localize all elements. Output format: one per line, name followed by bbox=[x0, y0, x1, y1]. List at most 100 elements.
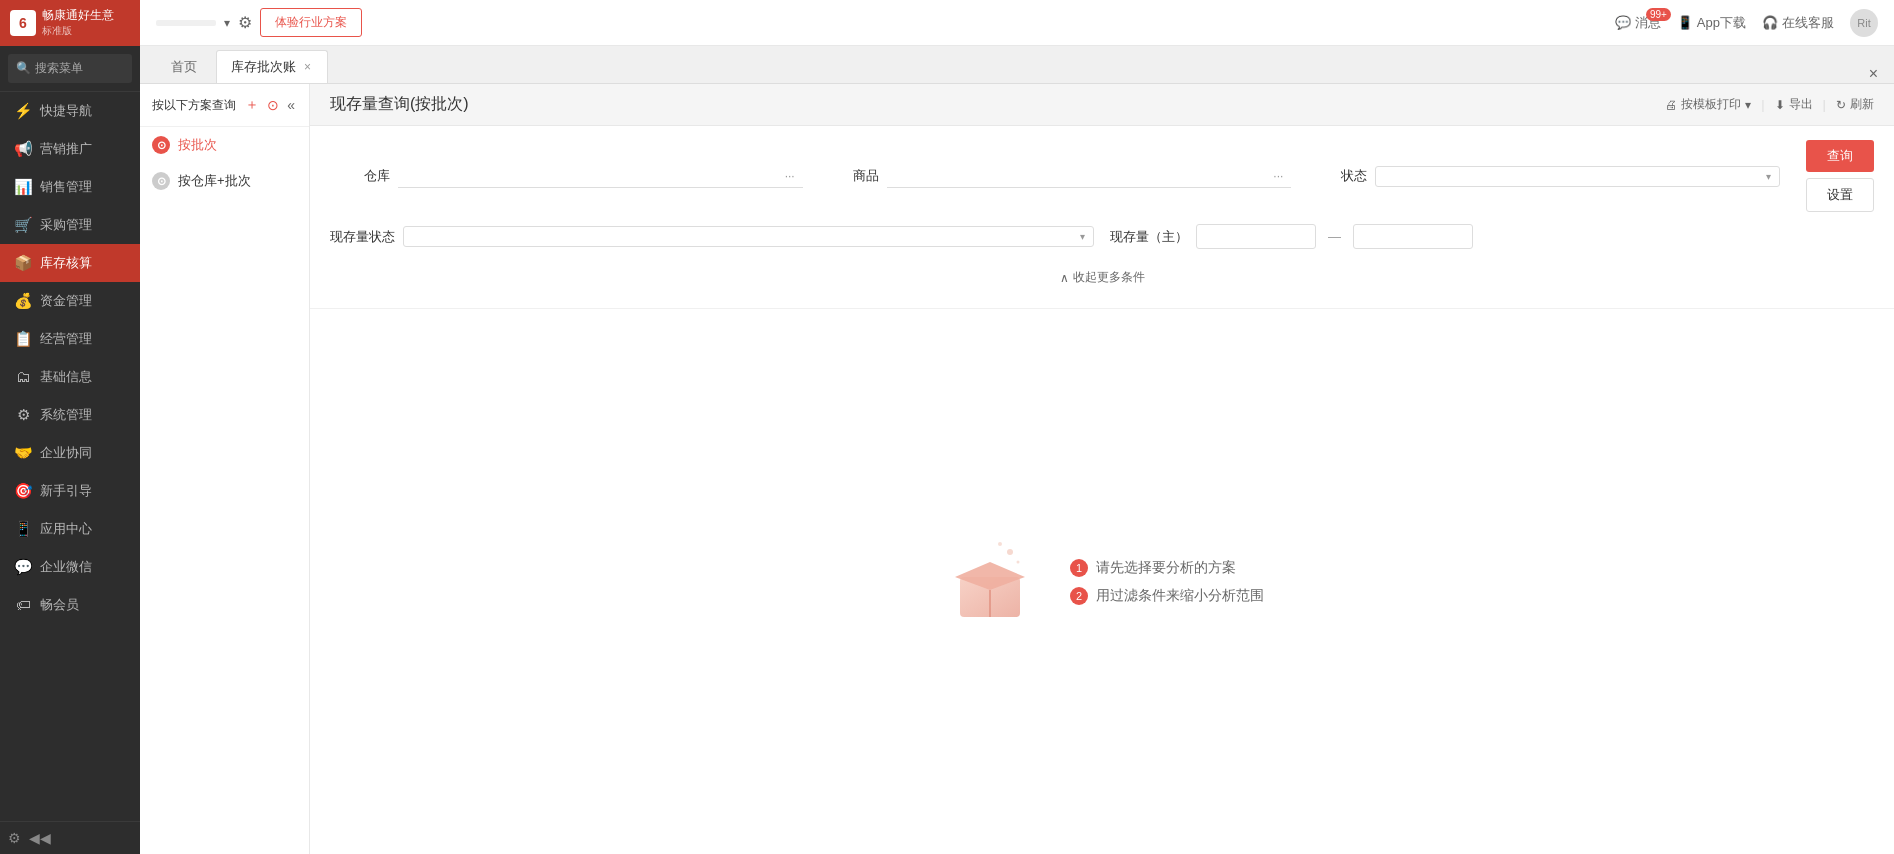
sidebar-item-member[interactable]: 🏷 畅会员 bbox=[0, 586, 140, 624]
filter-item-by-batch[interactable]: ⊙ 按批次 bbox=[140, 127, 309, 163]
batch-scheme-icon: ⊙ bbox=[152, 136, 170, 154]
sidebar-item-newbie[interactable]: 🎯 新手引导 bbox=[0, 472, 140, 510]
close-panel-button[interactable]: × bbox=[1869, 65, 1878, 83]
empty-number-1: 1 bbox=[1070, 559, 1088, 577]
tabs-bar: 首页 库存批次账 × × bbox=[140, 46, 1894, 84]
tab-close-button[interactable]: × bbox=[302, 60, 313, 74]
app-download-button[interactable]: 📱 App下载 bbox=[1677, 14, 1746, 32]
sidebar-item-quick-nav[interactable]: ⚡ 快捷导航 bbox=[0, 92, 140, 130]
search-menu-button[interactable]: 🔍 搜索菜单 bbox=[8, 54, 132, 83]
warehouse-dots-button[interactable]: ··· bbox=[785, 169, 795, 183]
collapse-sidebar-button[interactable]: ◀◀ bbox=[29, 830, 51, 846]
content-area: 按以下方案查询 ＋ ⊙ « ⊙ 按批次 ⊙ bbox=[140, 84, 1894, 854]
user-avatar[interactable]: Rit bbox=[1850, 9, 1878, 37]
scheme-settings-button[interactable]: ⊙ bbox=[265, 94, 281, 116]
sidebar-item-label: 快捷导航 bbox=[40, 102, 92, 120]
finance-icon: 💰 bbox=[14, 292, 32, 310]
product-label: 商品 bbox=[819, 167, 879, 185]
print-template-button[interactable]: 🖨 按模板打印 ▾ bbox=[1665, 96, 1751, 113]
stock-amount-from-input[interactable] bbox=[1196, 224, 1316, 249]
sales-icon: 📊 bbox=[14, 178, 32, 196]
company-name: 畅康通好生意 bbox=[42, 8, 114, 24]
sidebar-title-area: 畅康通好生意 标准版 bbox=[42, 8, 114, 38]
messages-button[interactable]: 💬 消息 99+ bbox=[1615, 14, 1661, 32]
collapse-filter-button[interactable]: « bbox=[285, 94, 297, 116]
tab-home[interactable]: 首页 bbox=[156, 50, 212, 83]
sidebar-search-area: 🔍 搜索菜单 bbox=[0, 46, 140, 92]
filter-panel: 按以下方案查询 ＋ ⊙ « ⊙ 按批次 ⊙ bbox=[140, 84, 310, 854]
status-dropdown-arrow: ▾ bbox=[1766, 171, 1771, 182]
query-button[interactable]: 查询 bbox=[1806, 140, 1874, 172]
sidebar-item-enterprise[interactable]: 🤝 企业协同 bbox=[0, 434, 140, 472]
stock-status-select[interactable]: ▾ bbox=[403, 226, 1094, 247]
empty-message-2: 2 用过滤条件来缩小分析范围 bbox=[1070, 587, 1264, 605]
breadcrumb-dropdown-button[interactable]: ▾ bbox=[224, 16, 230, 30]
sidebar-item-label: 经营管理 bbox=[40, 330, 92, 348]
filter-conditions-wrapper: 仓库 ··· 商品 ··· bbox=[310, 126, 1894, 309]
topbar-right: 💬 消息 99+ 📱 App下载 🎧 在线客服 Rit bbox=[1615, 9, 1878, 37]
warehouse-input-area[interactable]: ··· bbox=[398, 165, 803, 188]
sidebar-item-inventory[interactable]: 📦 库存核算 bbox=[0, 244, 140, 282]
sidebar-item-basic[interactable]: 🗂 基础信息 bbox=[0, 358, 140, 396]
svg-point-2 bbox=[998, 542, 1002, 546]
product-dots-button[interactable]: ··· bbox=[1273, 169, 1283, 183]
sidebar-item-apps[interactable]: 📱 应用中心 bbox=[0, 510, 140, 548]
sidebar-item-label: 库存核算 bbox=[40, 254, 92, 272]
sidebar-item-system[interactable]: ⚙ 系统管理 bbox=[0, 396, 140, 434]
sidebar-item-finance[interactable]: 💰 资金管理 bbox=[0, 282, 140, 320]
stock-amount-dash: — bbox=[1324, 229, 1345, 244]
stock-amount-to-input[interactable] bbox=[1353, 224, 1473, 249]
messages-badge: 99+ bbox=[1646, 8, 1671, 21]
filter-item-label: 按批次 bbox=[178, 136, 217, 154]
sidebar-item-label: 企业协同 bbox=[40, 444, 92, 462]
filter-item-by-warehouse-batch[interactable]: ⊙ 按仓库+批次 bbox=[140, 163, 309, 199]
wechat-icon: 💬 bbox=[14, 558, 32, 576]
set-button[interactable]: 设置 bbox=[1806, 178, 1874, 212]
topbar-left: ▾ ⚙ 体验行业方案 bbox=[156, 8, 1605, 37]
breadcrumb-text bbox=[156, 20, 216, 26]
online-service-button[interactable]: 🎧 在线客服 bbox=[1762, 14, 1834, 32]
query-area: 现存量查询(按批次) 🖨 按模板打印 ▾ | ⬇ 导出 | ↻ bbox=[310, 84, 1894, 854]
topbar: ▾ ⚙ 体验行业方案 💬 消息 99+ 📱 App下载 🎧 在线客服 Rit bbox=[140, 0, 1894, 46]
collapse-conditions-button[interactable]: ∧ 收起更多条件 bbox=[330, 261, 1874, 294]
status-select[interactable]: ▾ bbox=[1375, 166, 1780, 187]
sidebar-item-label: 应用中心 bbox=[40, 520, 92, 538]
export-button[interactable]: ⬇ 导出 bbox=[1775, 96, 1813, 113]
sidebar-item-label: 资金管理 bbox=[40, 292, 92, 310]
settings-footer-button[interactable]: ⚙ bbox=[8, 830, 21, 846]
sidebar-item-marketing[interactable]: 📢 营销推广 bbox=[0, 130, 140, 168]
stock-amount-label: 现存量（主） bbox=[1110, 228, 1188, 246]
filter-row-1: 仓库 ··· 商品 ··· bbox=[330, 140, 1874, 212]
sidebar-nav: ⚡ 快捷导航 📢 营销推广 📊 销售管理 🛒 采购管理 📦 库存核算 💰 资金管… bbox=[0, 92, 140, 821]
tab-inventory-batch[interactable]: 库存批次账 × bbox=[216, 50, 328, 83]
empty-state: 1 请先选择要分析的方案 2 用过滤条件来缩小分析范围 bbox=[310, 309, 1894, 854]
sidebar-item-wechat[interactable]: 💬 企业微信 bbox=[0, 548, 140, 586]
page-title-bar: 现存量查询(按批次) 🖨 按模板打印 ▾ | ⬇ 导出 | ↻ bbox=[310, 84, 1894, 126]
message-icon: 💬 bbox=[1615, 15, 1631, 30]
sidebar-item-sales[interactable]: 📊 销售管理 bbox=[0, 168, 140, 206]
sidebar-footer: ⚙ ◀◀ bbox=[0, 821, 140, 854]
empty-messages: 1 请先选择要分析的方案 2 用过滤条件来缩小分析范围 bbox=[1070, 559, 1264, 605]
stock-amount-field: 现存量（主） — bbox=[1110, 224, 1874, 249]
system-icon: ⚙ bbox=[14, 406, 32, 424]
filter-panel-title: 按以下方案查询 bbox=[152, 97, 236, 114]
sidebar-item-label: 营销推广 bbox=[40, 140, 92, 158]
svg-point-3 bbox=[1017, 560, 1020, 563]
add-scheme-button[interactable]: ＋ bbox=[243, 94, 261, 116]
filter-row-2: 现存量状态 ▾ 现存量（主） — bbox=[330, 224, 1874, 249]
collapse-icon: « bbox=[287, 97, 295, 113]
refresh-icon: ↻ bbox=[1836, 98, 1846, 112]
experience-industry-button[interactable]: 体验行业方案 bbox=[260, 8, 362, 37]
warehouse-label: 仓库 bbox=[330, 167, 390, 185]
topbar-gear-button[interactable]: ⚙ bbox=[238, 13, 252, 32]
refresh-button[interactable]: ↻ 刷新 bbox=[1836, 96, 1874, 113]
svg-point-1 bbox=[1007, 549, 1013, 555]
filter-conditions: 仓库 ··· 商品 ··· bbox=[310, 126, 1894, 309]
sidebar-item-purchase[interactable]: 🛒 采购管理 bbox=[0, 206, 140, 244]
stock-status-label: 现存量状态 bbox=[330, 228, 395, 246]
operations-icon: 📋 bbox=[14, 330, 32, 348]
sidebar-item-label: 采购管理 bbox=[40, 216, 92, 234]
warehouse-field: 仓库 ··· bbox=[330, 165, 803, 188]
product-input-area[interactable]: ··· bbox=[887, 165, 1292, 188]
sidebar-item-operations[interactable]: 📋 经营管理 bbox=[0, 320, 140, 358]
